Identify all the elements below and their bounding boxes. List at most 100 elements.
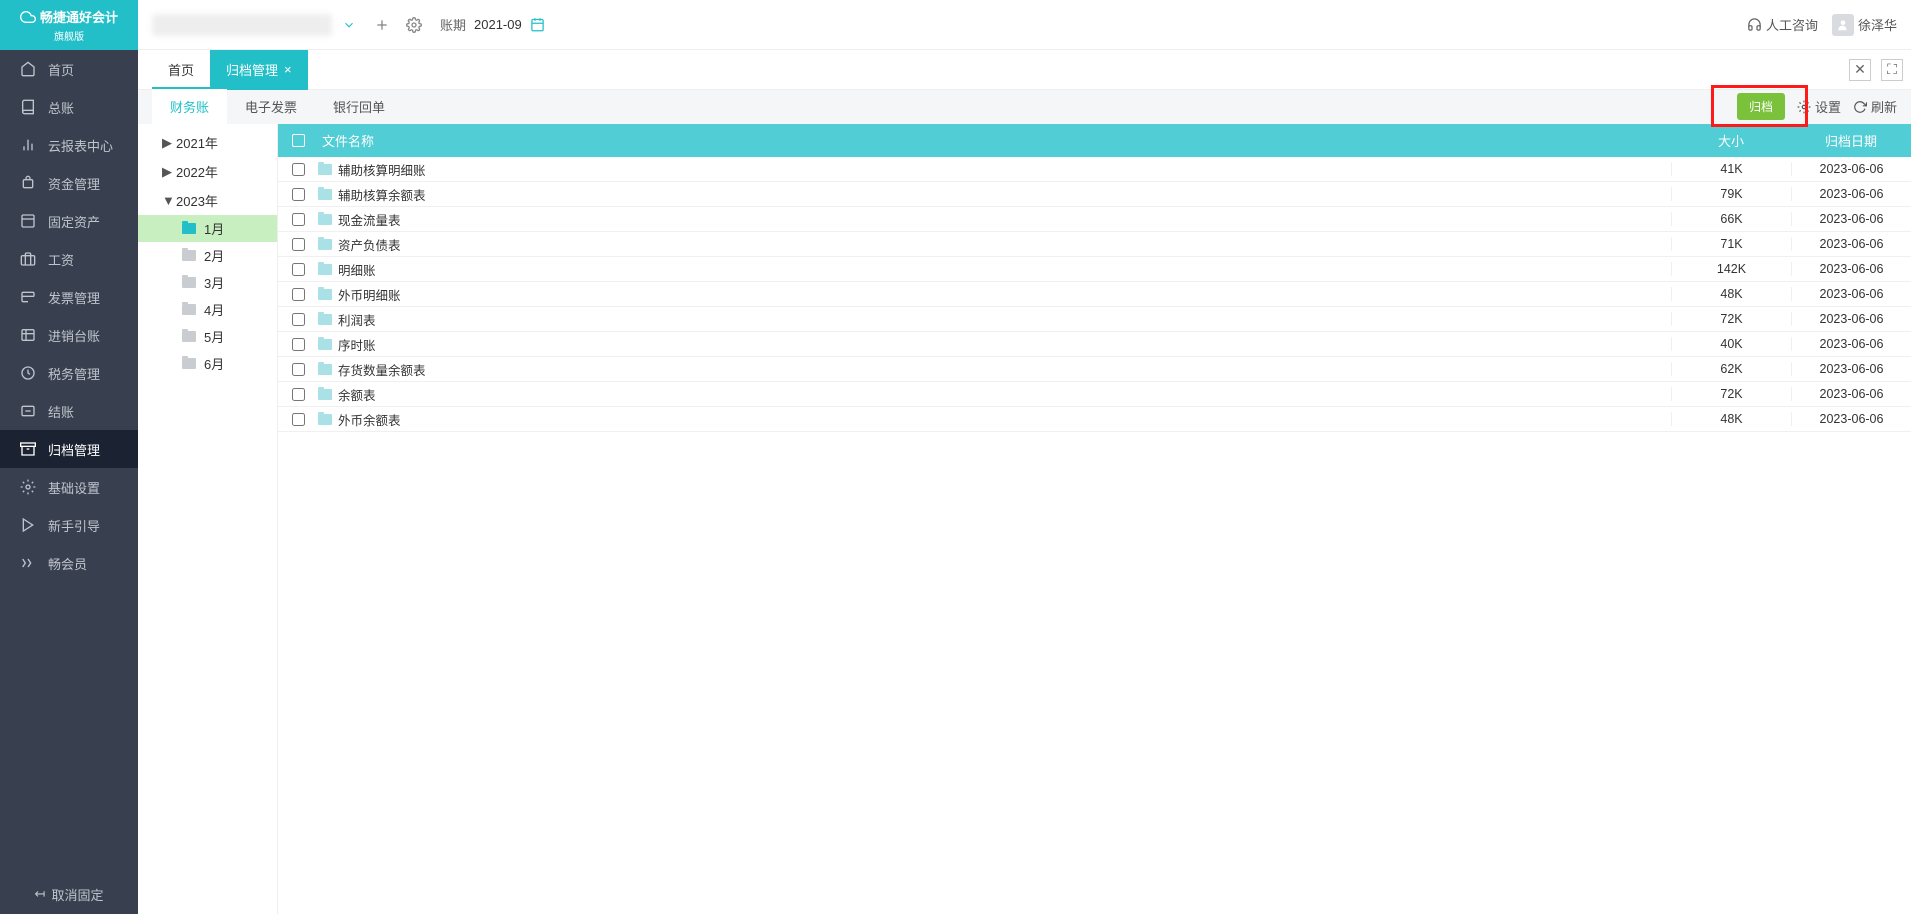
folder-icon — [182, 304, 196, 315]
row-checkbox[interactable] — [292, 288, 305, 301]
sidebar-item-5[interactable]: 工资 — [0, 240, 138, 278]
support-button[interactable]: 人工咨询 — [1747, 15, 1818, 34]
archive-button[interactable]: 归档 — [1737, 93, 1785, 120]
row-checkbox[interactable] — [292, 338, 305, 351]
table-row[interactable]: 现金流量表66K2023-06-06 — [278, 207, 1911, 232]
nav-icon — [20, 289, 36, 305]
sidebar-item-2[interactable]: 云报表中心 — [0, 126, 138, 164]
table-row[interactable]: 外币明细账48K2023-06-06 — [278, 282, 1911, 307]
table-row[interactable]: 外币余额表48K2023-06-06 — [278, 407, 1911, 432]
sidebar-item-label: 新手引导 — [48, 516, 100, 535]
sidebar-item-13[interactable]: 畅会员 — [0, 544, 138, 582]
user-menu[interactable]: 徐泽华 — [1832, 14, 1897, 36]
subtab-bank[interactable]: 银行回单 — [315, 89, 403, 124]
arrow-left-icon: ↤ — [35, 886, 46, 902]
table-row[interactable]: 存货数量余额表62K2023-06-06 — [278, 357, 1911, 382]
brand-logo[interactable]: 畅捷通好会计 旗舰版 — [0, 0, 138, 50]
row-checkbox[interactable] — [292, 413, 305, 426]
folder-icon — [318, 189, 332, 200]
tab-home[interactable]: 首页 — [152, 50, 210, 90]
tree-month[interactable]: 2月 — [138, 242, 277, 269]
company-settings-button[interactable] — [404, 15, 424, 35]
sidebar-item-12[interactable]: 新手引导 — [0, 506, 138, 544]
add-company-button[interactable] — [372, 15, 392, 35]
brand-name: 畅捷通好会计 — [40, 7, 118, 26]
row-checkbox[interactable] — [292, 263, 305, 276]
file-size: 72K — [1671, 387, 1791, 401]
col-date: 归档日期 — [1791, 131, 1911, 150]
sidebar-item-8[interactable]: 税务管理 — [0, 354, 138, 392]
tree-month[interactable]: 1月 — [138, 215, 277, 242]
subtab-einvoice[interactable]: 电子发票 — [227, 89, 315, 124]
calendar-icon — [530, 17, 545, 32]
nav-icon — [20, 365, 36, 381]
close-all-tabs-button[interactable]: ✕ — [1849, 59, 1871, 81]
sidebar-item-label: 首页 — [48, 60, 74, 79]
sidebar-item-6[interactable]: 发票管理 — [0, 278, 138, 316]
table-row[interactable]: 资产负债表71K2023-06-06 — [278, 232, 1911, 257]
page-tabs: 首页 归档管理 × ✕ ⛶ — [138, 50, 1911, 90]
nav-icon — [20, 251, 36, 267]
folder-icon — [318, 214, 332, 225]
company-selector[interactable] — [152, 14, 356, 36]
period-picker-button[interactable] — [528, 15, 548, 35]
refresh-icon — [1853, 100, 1867, 114]
folder-icon — [182, 250, 196, 261]
sidebar-item-4[interactable]: 固定资产 — [0, 202, 138, 240]
tree-month[interactable]: 4月 — [138, 296, 277, 323]
nav-icon — [20, 61, 36, 77]
row-checkbox[interactable] — [292, 163, 305, 176]
sidebar-item-9[interactable]: 结账 — [0, 392, 138, 430]
fullscreen-button[interactable]: ⛶ — [1881, 59, 1903, 81]
table-row[interactable]: 辅助核算明细账41K2023-06-06 — [278, 157, 1911, 182]
sidebar-item-7[interactable]: 进销台账 — [0, 316, 138, 354]
file-date: 2023-06-06 — [1791, 262, 1911, 276]
settings-button[interactable]: 设置 — [1797, 97, 1841, 116]
select-all-checkbox[interactable] — [292, 134, 305, 147]
file-size: 79K — [1671, 187, 1791, 201]
table-row[interactable]: 辅助核算余额表79K2023-06-06 — [278, 182, 1911, 207]
chevron-down-icon — [342, 18, 356, 32]
refresh-button[interactable]: 刷新 — [1853, 97, 1897, 116]
file-date: 2023-06-06 — [1791, 237, 1911, 251]
row-checkbox[interactable] — [292, 188, 305, 201]
sidebar-item-0[interactable]: 首页 — [0, 50, 138, 88]
folder-icon — [318, 389, 332, 400]
row-checkbox[interactable] — [292, 313, 305, 326]
tree-year[interactable]: ▼2023年 — [138, 186, 277, 215]
file-size: 48K — [1671, 287, 1791, 301]
file-table: 文件名称 大小 归档日期 辅助核算明细账41K2023-06-06辅助核算余额表… — [278, 124, 1911, 914]
tree-month[interactable]: 5月 — [138, 323, 277, 350]
sidebar-item-1[interactable]: 总账 — [0, 88, 138, 126]
file-date: 2023-06-06 — [1791, 312, 1911, 326]
subtab-financial[interactable]: 财务账 — [152, 87, 227, 124]
nav-icon — [20, 327, 36, 343]
subtabs: 财务账 电子发票 银行回单 归档 设置 刷新 — [138, 90, 1911, 124]
sidebar-unpin[interactable]: ↤ 取消固定 — [0, 874, 138, 914]
tab-archive-management[interactable]: 归档管理 × — [210, 50, 308, 90]
row-checkbox[interactable] — [292, 363, 305, 376]
username: 徐泽华 — [1858, 15, 1897, 34]
row-checkbox[interactable] — [292, 388, 305, 401]
table-row[interactable]: 利润表72K2023-06-06 — [278, 307, 1911, 332]
tree-year[interactable]: ▶2021年 — [138, 128, 277, 157]
sidebar-item-3[interactable]: 资金管理 — [0, 164, 138, 202]
gear-icon — [1797, 100, 1811, 114]
tree-month[interactable]: 3月 — [138, 269, 277, 296]
tree-month[interactable]: 6月 — [138, 350, 277, 377]
folder-icon — [318, 364, 332, 375]
close-icon[interactable]: × — [284, 62, 292, 77]
row-checkbox[interactable] — [292, 238, 305, 251]
sidebar-item-10[interactable]: 归档管理 — [0, 430, 138, 468]
tree-year[interactable]: ▶2022年 — [138, 157, 277, 186]
table-row[interactable]: 序时账40K2023-06-06 — [278, 332, 1911, 357]
period-value[interactable]: 2021-09 — [474, 17, 522, 32]
sidebar-item-label: 资金管理 — [48, 174, 100, 193]
folder-icon — [318, 314, 332, 325]
row-checkbox[interactable] — [292, 213, 305, 226]
folder-icon — [182, 277, 196, 288]
sidebar-item-11[interactable]: 基础设置 — [0, 468, 138, 506]
folder-icon — [182, 223, 196, 234]
table-row[interactable]: 余额表72K2023-06-06 — [278, 382, 1911, 407]
table-row[interactable]: 明细账142K2023-06-06 — [278, 257, 1911, 282]
